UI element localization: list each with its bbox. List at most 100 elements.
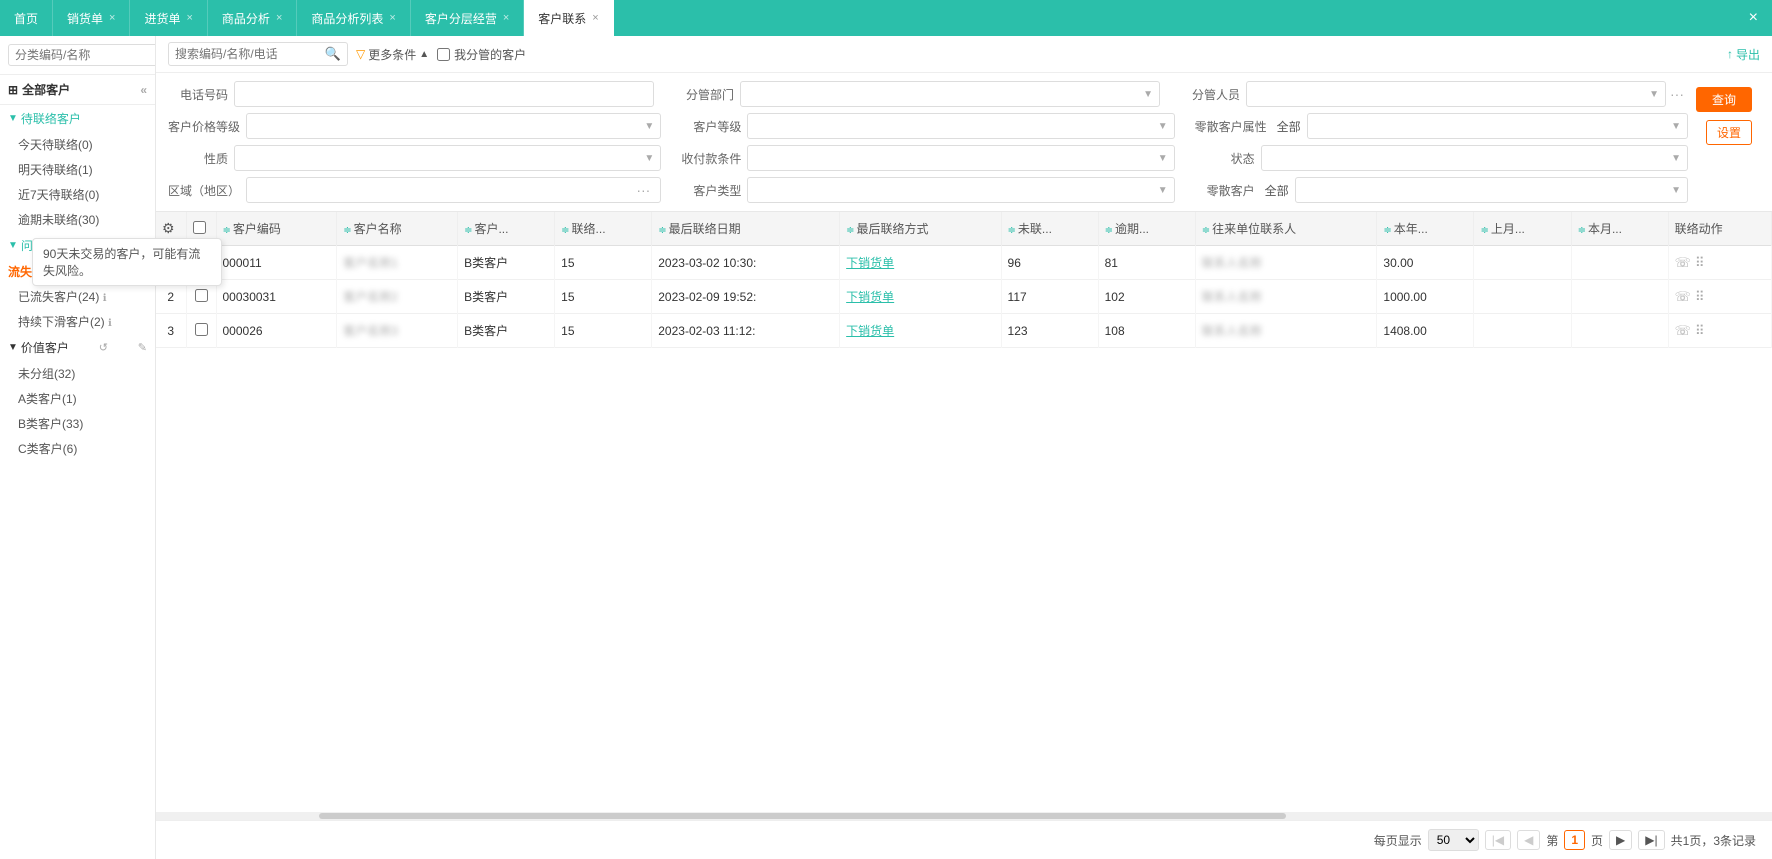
action-phone-1[interactable]: ☏ [1675, 289, 1691, 305]
filter-person: 分管人员 ▼ [1180, 81, 1666, 107]
scrollbar-thumb [319, 813, 1286, 819]
my-customer-checkbox[interactable] [437, 48, 450, 61]
filter-region-more[interactable]: ··· [632, 182, 654, 198]
cell-this-year-1: 1000.00 [1377, 280, 1474, 314]
total-info: 共1页，3条记录 [1671, 832, 1756, 849]
sidebar-collapse-icon[interactable]: « [140, 83, 147, 97]
filter-status-select[interactable]: ▼ [1261, 145, 1688, 171]
main-layout: 🔍 ⊞ 全部客户 « ▼ 待联络客户 今天待联络(0) 明天待联络(1) 近7天… [0, 36, 1772, 859]
sidebar-item-c-class[interactable]: C类客户(6) [0, 436, 155, 461]
toolbar-search-input[interactable] [175, 47, 321, 61]
filter-person-select[interactable]: ▼ [1246, 81, 1666, 107]
tab-sales-close[interactable]: × [109, 12, 115, 24]
more-filter-btn[interactable]: ▽ 更多条件 ▲ [356, 46, 429, 63]
filter-price-level-select[interactable]: ▼ [246, 113, 661, 139]
sidebar-all-customers-header[interactable]: ⊞ 全部客户 « [0, 75, 155, 105]
filter-zero-attr-select[interactable]: ▼ [1307, 113, 1688, 139]
filter-phone-input[interactable] [234, 81, 654, 107]
col-overdue-sort: ≑ [1105, 225, 1113, 236]
tab-sales[interactable]: 销货单 × [53, 0, 130, 36]
tab-purchase-close[interactable]: × [186, 12, 192, 24]
tooltip-text: 90天未交易的客户，可能有流失风险。 [43, 247, 156, 278]
tab-home[interactable]: 首页 [0, 0, 53, 36]
sidebar-group-value[interactable]: ▼ 价值客户 ↺ ✎ [0, 334, 155, 361]
cell-method-2[interactable]: 下销货单 [840, 314, 1001, 348]
filter-zero-customer-select[interactable]: ▼ [1295, 177, 1688, 203]
prev-page-btn[interactable]: ◀ [1517, 830, 1540, 850]
filter-zero-customer-prefix: 全部 [1265, 182, 1289, 199]
sidebar-item-b-class[interactable]: B类客户(33) [0, 411, 155, 436]
tab-analysis[interactable]: 商品分析 × [208, 0, 297, 36]
horizontal-scrollbar[interactable] [156, 812, 1772, 820]
last-page-btn[interactable]: ▶| [1638, 830, 1664, 850]
toolbar-search-icon[interactable]: 🔍 [325, 46, 341, 62]
filter-level-select[interactable]: ▼ [747, 113, 1174, 139]
filter-region-select[interactable]: ··· [246, 177, 661, 203]
settings-button[interactable]: 设置 [1706, 120, 1752, 145]
export-button[interactable]: ↑ 导出 [1727, 46, 1760, 63]
table-settings-icon[interactable]: ⚙ [162, 220, 175, 236]
filter-payment-select[interactable]: ▼ [747, 145, 1174, 171]
cell-this-month-2 [1571, 314, 1668, 348]
select-all-checkbox[interactable] [193, 221, 206, 234]
sidebar-item-tomorrow[interactable]: 明天待联络(1) [0, 157, 155, 182]
sidebar-item-7days[interactable]: 近7天待联络(0) [0, 182, 155, 207]
cell-method-1[interactable]: 下销货单 [840, 280, 1001, 314]
cell-overdue-2: 108 [1098, 314, 1195, 348]
tab-analysis-close[interactable]: × [276, 12, 282, 24]
filter-type-select[interactable]: ▼ [747, 177, 1174, 203]
tab-purchase[interactable]: 进货单 × [130, 0, 207, 36]
tab-customer-tier[interactable]: 客户分层经营 × [411, 0, 524, 36]
value-edit-icon[interactable]: ✎ [138, 341, 147, 354]
per-page-select[interactable]: 50 100 [1428, 829, 1479, 851]
cell-method-0[interactable]: 下销货单 [840, 246, 1001, 280]
value-arrow-icon: ▼ [8, 342, 18, 353]
filter-more-1[interactable]: ··· [1666, 86, 1688, 102]
query-button[interactable]: 查询 [1696, 87, 1752, 112]
sidebar-item-unclassified[interactable]: 未分组(32) [0, 361, 155, 386]
sidebar-item-a-class[interactable]: A类客户(1) [0, 386, 155, 411]
filter-price-level-label: 客户价格等级 [168, 118, 240, 135]
action-phone-2[interactable]: ☏ [1675, 323, 1691, 339]
cell-overdue-0: 81 [1098, 246, 1195, 280]
row-checkbox-1[interactable] [195, 289, 208, 302]
my-customer-checkbox-area[interactable]: 我分管的客户 [437, 46, 526, 63]
sidebar-item-overdue[interactable]: 逾期未联络(30) [0, 207, 155, 232]
tab-customer-contact[interactable]: 客户联系 × [524, 0, 613, 36]
tab-analysis-list[interactable]: 商品分析列表 × [297, 0, 410, 36]
cell-check-2 [186, 314, 216, 348]
first-page-btn[interactable]: |◀ [1485, 830, 1511, 850]
tab-customer-tier-close[interactable]: × [503, 12, 509, 24]
export-icon: ↑ [1727, 47, 1733, 61]
sidebar-group-pending[interactable]: ▼ 待联络客户 [0, 105, 155, 132]
action-more-0[interactable]: ⠿ [1695, 255, 1705, 271]
tab-customer-contact-label: 客户联系 [538, 10, 586, 27]
tab-bar-close-all[interactable]: × [1735, 9, 1772, 27]
sidebar-item-declining[interactable]: 持续下滑客户(2) ℹ [0, 309, 155, 334]
sidebar-item-today[interactable]: 今天待联络(0) [0, 132, 155, 157]
cell-this-month-1 [1571, 280, 1668, 314]
action-more-2[interactable]: ⠿ [1695, 323, 1705, 339]
filter-nature-select[interactable]: ▼ [234, 145, 661, 171]
sidebar-item-churned[interactable]: 已流失客户(24) ℹ [0, 284, 155, 309]
action-phone-0[interactable]: ☏ [1675, 255, 1691, 271]
cell-last-month-1 [1474, 280, 1571, 314]
tab-analysis-label: 商品分析 [222, 10, 270, 27]
filter-region-label: 区域（地区） [168, 182, 240, 199]
pagination-bar: 每页显示 50 100 |◀ ◀ 第 1 页 ▶ ▶| 共1页，3条记录 [156, 820, 1772, 859]
col-last-method: ≑最后联络方式 [840, 212, 1001, 246]
toolbar-search-box: 🔍 [168, 42, 348, 66]
col-overdue: ≑逾期... [1098, 212, 1195, 246]
row-checkbox-2[interactable] [195, 323, 208, 336]
tab-customer-contact-close[interactable]: × [592, 12, 598, 24]
action-more-1[interactable]: ⠿ [1695, 289, 1705, 305]
tab-analysis-list-close[interactable]: × [389, 12, 395, 24]
sidebar-search-input[interactable] [8, 44, 156, 66]
cell-this-year-0: 30.00 [1377, 246, 1474, 280]
filter-nature-label: 性质 [168, 150, 228, 167]
value-refresh-icon[interactable]: ↺ [99, 341, 108, 354]
next-page-btn[interactable]: ▶ [1609, 830, 1632, 850]
filter-dept-select[interactable]: ▼ [740, 81, 1160, 107]
current-page-display: 1 [1564, 830, 1585, 850]
pending-arrow-icon: ▼ [8, 113, 18, 124]
